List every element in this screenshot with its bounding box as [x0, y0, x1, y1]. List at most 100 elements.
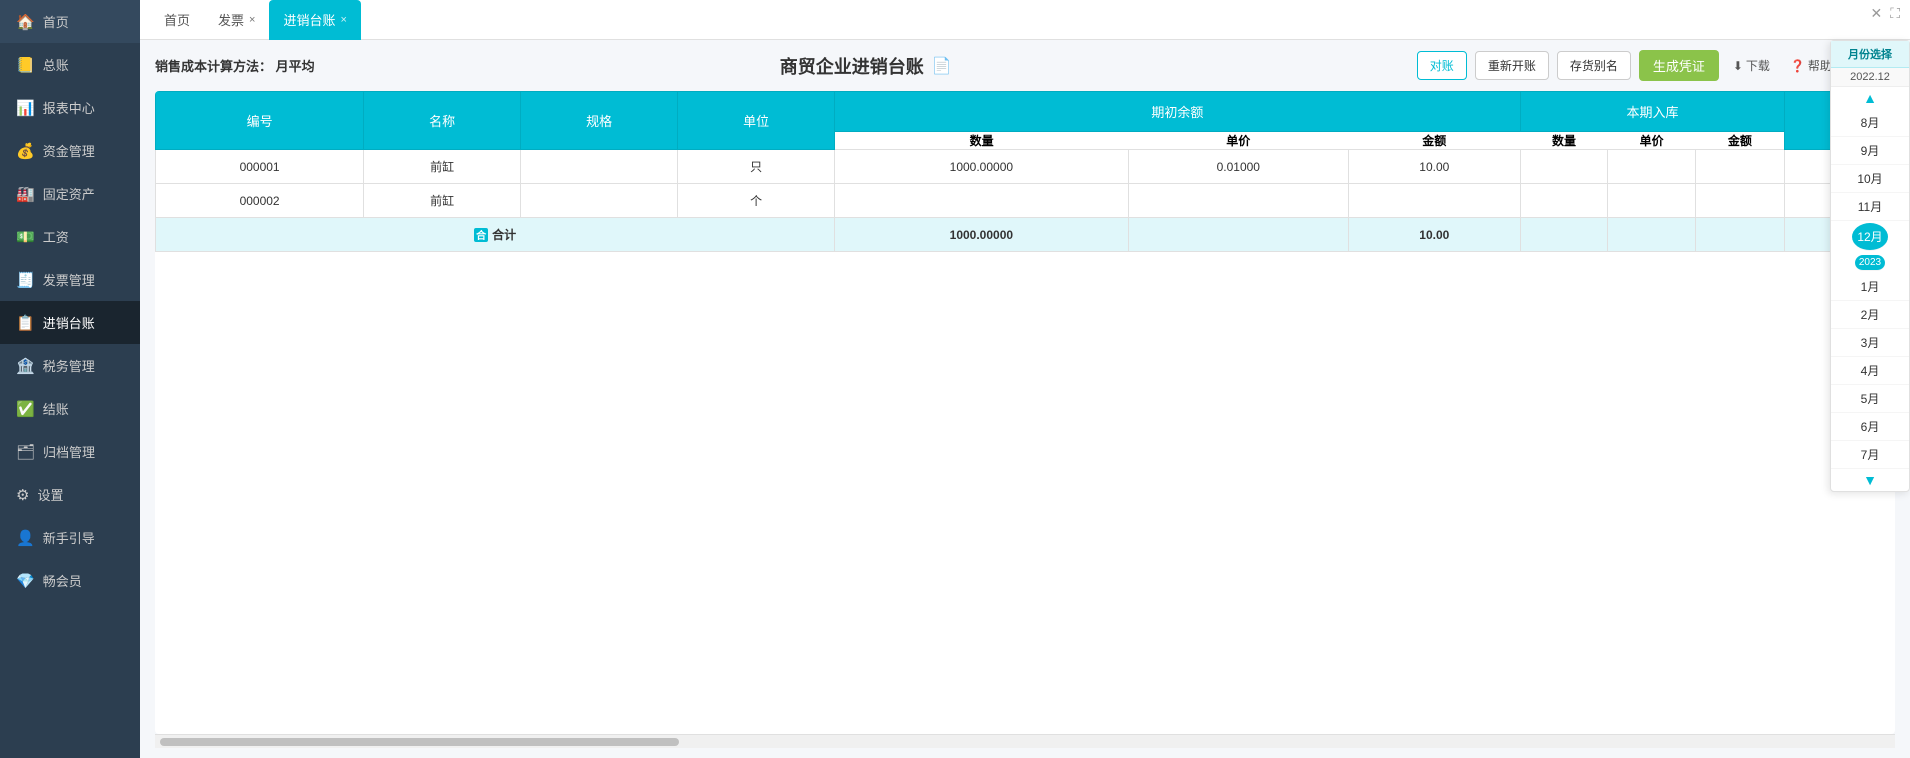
sidebar-item-vip[interactable]: 💎 畅会员 — [0, 559, 140, 602]
close-window-button[interactable]: ✕ — [1870, 5, 1882, 22]
col-opening-qty: 数量 — [835, 132, 1128, 150]
page-title: 商贸企业进销台账 — [780, 53, 924, 79]
window-controls: ✕ ⛶ — [1870, 5, 1900, 22]
save-alias-button[interactable]: 存货别名 — [1557, 51, 1631, 80]
sidebar-item-tax[interactable]: 🏦 税务管理 — [0, 344, 140, 387]
cell-in-amount-2 — [1695, 184, 1784, 218]
sidebar-item-label: 首页 — [43, 12, 69, 31]
month-item-12-active[interactable]: 12月 — [1852, 223, 1888, 251]
col-name: 名称 — [364, 92, 521, 150]
col-in-price: 单价 — [1608, 132, 1696, 150]
col-opening-amount: 金额 — [1348, 132, 1520, 150]
month-item-11[interactable]: 11月 — [1831, 193, 1909, 221]
sidebar-item-archive[interactable]: 🗂 归档管理 — [0, 430, 140, 473]
tab-bar: 首页 发票 × 进销台账 × — [140, 0, 1910, 40]
reopen-button[interactable]: 重新开账 — [1475, 51, 1549, 80]
download-button[interactable]: ⬇ 下载 — [1727, 53, 1776, 78]
sidebar-item-label: 设置 — [37, 485, 63, 504]
sidebar-item-funds[interactable]: 💰 资金管理 — [0, 129, 140, 172]
month-scroll-up-button[interactable]: ▲ — [1831, 87, 1909, 109]
month-item-3[interactable]: 3月 — [1831, 329, 1909, 357]
cell-number-2: 000002 — [156, 184, 364, 218]
top-bar: 销售成本计算方法： 月平均 商贸企业进销台账 📄 对账 重新开账 存货别名 生成… — [155, 50, 1895, 81]
total-label-cell: 合 合计 — [156, 218, 835, 252]
cell-in-price-1 — [1608, 150, 1696, 184]
tax-icon: 🏦 — [16, 357, 35, 375]
col-in-qty: 数量 — [1520, 132, 1608, 150]
month-item-4[interactable]: 4月 — [1831, 357, 1909, 385]
total-opening-amount: 10.00 — [1348, 218, 1520, 252]
col-period-in: 本期入库 — [1520, 92, 1785, 132]
cell-spec-1 — [521, 150, 678, 184]
sidebar-item-guide[interactable]: 👤 新手引导 — [0, 516, 140, 559]
inventory-icon: 📋 — [16, 314, 35, 332]
cell-opening-price-2 — [1128, 184, 1348, 218]
tab-inventory[interactable]: 进销台账 × — [269, 0, 360, 40]
tab-invoice-close[interactable]: × — [249, 14, 255, 26]
vip-icon: 💎 — [16, 572, 35, 590]
sidebar-item-checkout[interactable]: ✅ 结账 — [0, 387, 140, 430]
cell-name-2: 前缸 — [364, 184, 521, 218]
cell-opening-amount-2 — [1348, 184, 1520, 218]
bottom-scrollbar — [155, 734, 1895, 748]
sidebar-item-assets[interactable]: 🏭 固定资产 — [0, 172, 140, 215]
download-icon: ⬇ — [1733, 59, 1743, 73]
guide-icon: 👤 — [16, 529, 35, 547]
sidebar-item-home[interactable]: 🏠 首页 — [0, 0, 140, 43]
month-scroll-down-button[interactable]: ▼ — [1831, 469, 1909, 491]
month-item-6[interactable]: 6月 — [1831, 413, 1909, 441]
download-label: 下载 — [1746, 57, 1770, 74]
sidebar-item-label: 发票管理 — [43, 270, 95, 289]
cell-in-qty-2 — [1520, 184, 1608, 218]
month-item-10[interactable]: 10月 — [1831, 165, 1909, 193]
month-item-8[interactable]: 8月 — [1831, 109, 1909, 137]
tab-home[interactable]: 首页 — [150, 0, 204, 40]
sidebar-item-label: 结账 — [43, 399, 69, 418]
sidebar-item-label: 进销台账 — [43, 313, 95, 332]
salary-icon: 💵 — [16, 228, 35, 246]
help-icon: ❓ — [1790, 59, 1805, 73]
cell-opening-price-1: 0.01000 — [1128, 150, 1348, 184]
sidebar-item-inventory[interactable]: 📋 进销台账 — [0, 301, 140, 344]
month-item-9[interactable]: 9月 — [1831, 137, 1909, 165]
month-panel-header: 月份选择 — [1831, 41, 1909, 68]
sidebar-item-settings[interactable]: ⚙ 设置 — [0, 473, 140, 516]
month-panel-current-year: 2022.12 — [1831, 68, 1909, 87]
cell-spec-2 — [521, 184, 678, 218]
sidebar-item-reports[interactable]: 📊 报表中心 — [0, 86, 140, 129]
total-in-qty — [1520, 218, 1608, 252]
cell-opening-amount-1: 10.00 — [1348, 150, 1520, 184]
archive-icon: 🗂 — [16, 443, 35, 461]
reconcile-button[interactable]: 对账 — [1417, 51, 1467, 80]
page-title-area: 商贸企业进销台账 📄 — [780, 53, 952, 79]
total-in-price — [1608, 218, 1696, 252]
tab-invoice[interactable]: 发票 × — [204, 0, 269, 40]
sidebar-item-label: 固定资产 — [43, 184, 95, 203]
settings-icon: ⚙ — [16, 486, 29, 504]
total-icon: 合 — [474, 228, 488, 242]
year-badge-2023: 2023 — [1855, 255, 1885, 271]
cell-in-amount-1 — [1695, 150, 1784, 184]
cell-in-price-2 — [1608, 184, 1696, 218]
sidebar-item-label: 税务管理 — [43, 356, 95, 375]
cost-method-value: 月平均 — [276, 59, 315, 74]
ledger-icon: 📒 — [16, 56, 35, 74]
sidebar-item-salary[interactable]: 💵 工资 — [0, 215, 140, 258]
maximize-window-button[interactable]: ⛶ — [1890, 5, 1900, 22]
cell-opening-qty-2 — [835, 184, 1128, 218]
sidebar-item-label: 报表中心 — [43, 98, 95, 117]
total-label-text: 合计 — [492, 226, 516, 243]
table-row: 000001 前缸 只 1000.00000 0.01000 10.00 — [156, 150, 1895, 184]
month-item-2[interactable]: 2月 — [1831, 301, 1909, 329]
total-in-amount — [1695, 218, 1784, 252]
tab-inventory-close[interactable]: × — [340, 14, 346, 26]
month-item-1[interactable]: 1月 — [1831, 273, 1909, 301]
info-icon[interactable]: 📄 — [932, 56, 952, 76]
scrollbar-track[interactable] — [160, 738, 679, 746]
sidebar-item-ledger[interactable]: 📒 总账 — [0, 43, 140, 86]
month-item-5[interactable]: 5月 — [1831, 385, 1909, 413]
month-item-7[interactable]: 7月 — [1831, 441, 1909, 469]
generate-voucher-button[interactable]: 生成凭证 — [1639, 50, 1719, 81]
reports-icon: 📊 — [16, 99, 35, 117]
sidebar-item-invoice-mgmt[interactable]: 🧾 发票管理 — [0, 258, 140, 301]
